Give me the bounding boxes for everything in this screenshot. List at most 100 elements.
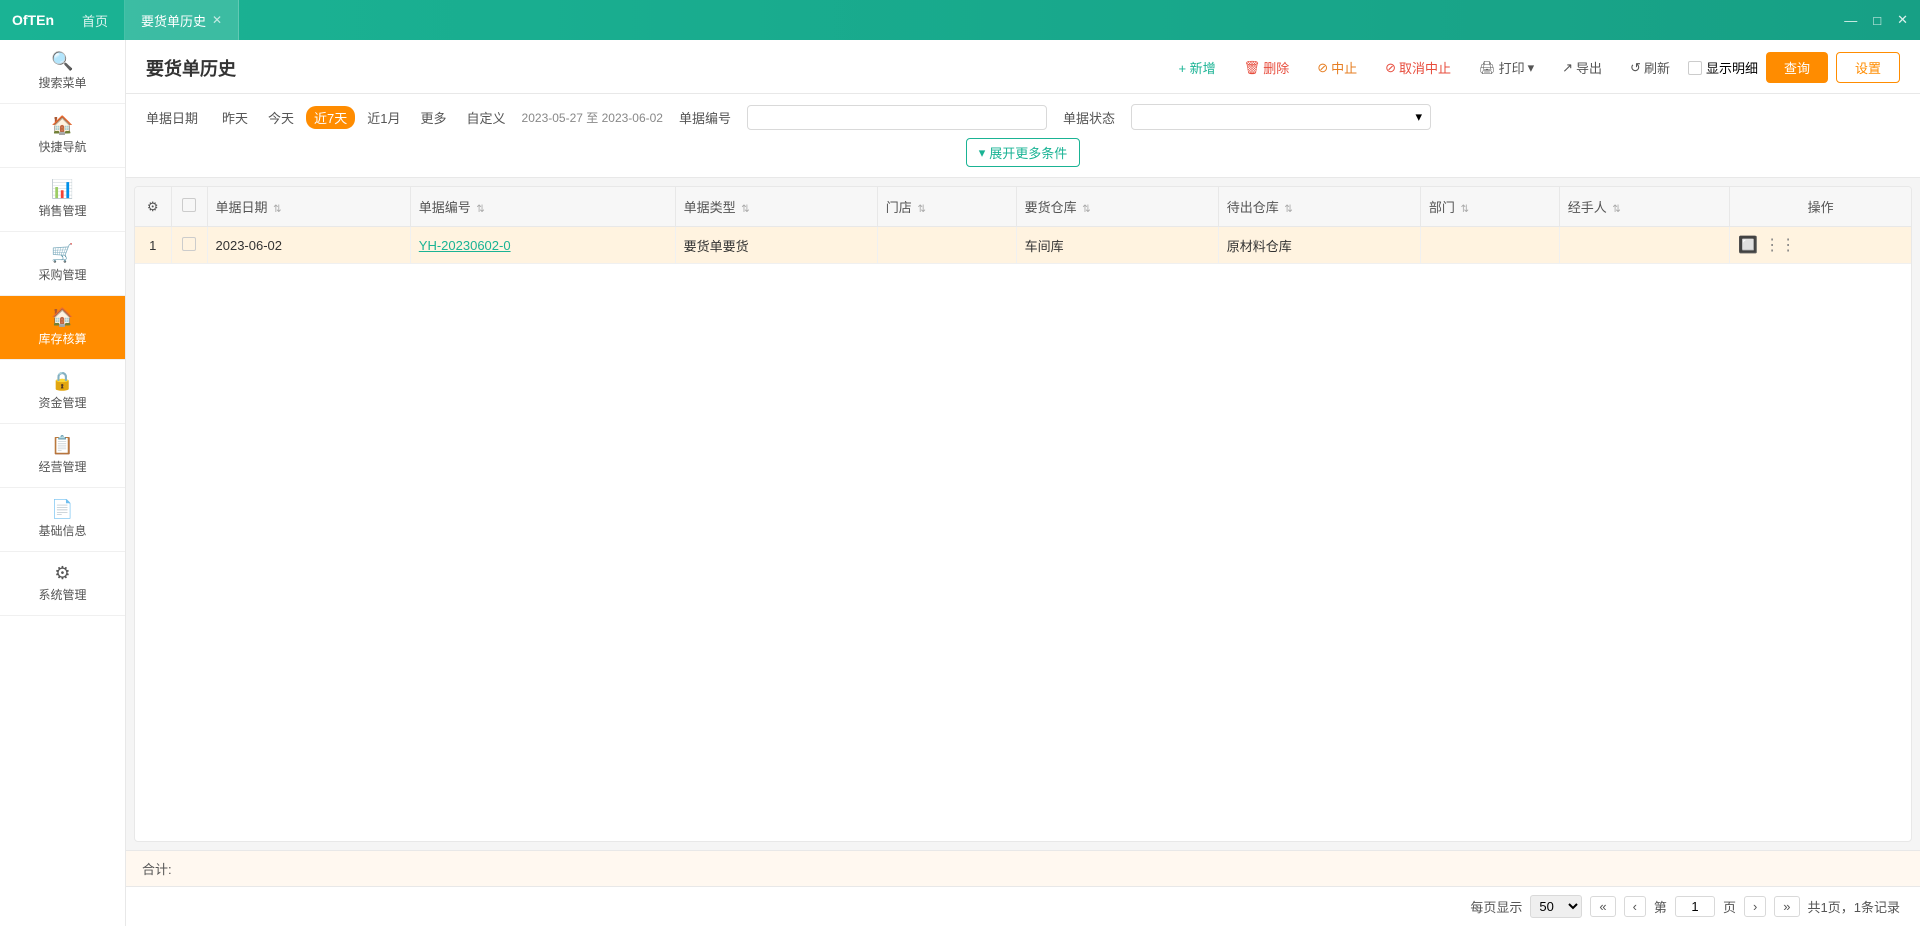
minimize-btn[interactable]: — — [1844, 13, 1857, 28]
brand-logo: OfTEn — [0, 12, 66, 28]
filter-row-1: 单据日期 昨天 今天 近7天 近1月 更多 自定义 2023-05-27 至 2… — [146, 104, 1900, 130]
refresh-button[interactable]: ↺ 刷新 — [1620, 53, 1680, 82]
doc-number-input[interactable] — [747, 105, 1047, 130]
col-handler[interactable]: 经手人 ⇅ — [1559, 187, 1729, 227]
sidebar-item-basic-info-label: 基础信息 — [38, 522, 86, 539]
date-option-yesterday[interactable]: 昨天 — [214, 106, 256, 129]
doc-status-select[interactable]: ▾ — [1131, 104, 1431, 130]
col-doc-number[interactable]: 单据编号 ⇅ — [410, 187, 675, 227]
filter-area: 单据日期 昨天 今天 近7天 近1月 更多 自定义 2023-05-27 至 2… — [126, 94, 1920, 178]
print-chevron-icon: ▾ — [1528, 60, 1535, 76]
sidebar-item-quick-nav-label: 快捷导航 — [38, 138, 86, 155]
expand-more-btn[interactable]: ▾ 展开更多条件 — [966, 138, 1081, 167]
cancel-stop-button[interactable]: ⊘ 取消中止 — [1375, 53, 1461, 82]
col-settings[interactable]: ⚙ — [135, 187, 171, 227]
sidebar-item-basic-info[interactable]: 📄 基础信息 — [0, 488, 125, 552]
sidebar-item-finance[interactable]: 🔒 资金管理 — [0, 360, 125, 424]
row-doc-type: 要货单要货 — [675, 227, 877, 264]
sidebar-item-operations-label: 经营管理 — [38, 458, 86, 475]
sales-icon: 📊 — [51, 180, 73, 198]
date-range-display: 2023-05-27 至 2023-06-02 — [522, 109, 663, 126]
date-option-today[interactable]: 今天 — [260, 106, 302, 129]
settings-button[interactable]: 设置 — [1836, 52, 1900, 83]
col-pending-warehouse[interactable]: 待出仓库 ⇅ — [1218, 187, 1420, 227]
col-department[interactable]: 部门 ⇅ — [1420, 187, 1559, 227]
date-option-last7days[interactable]: 近7天 — [306, 106, 355, 129]
row-action-buttons: 🔲 ⋮⋮ — [1738, 235, 1903, 255]
row-department — [1420, 227, 1559, 264]
system-icon: ⚙ — [54, 564, 70, 582]
date-option-custom[interactable]: 自定义 — [459, 106, 514, 129]
per-page-select[interactable]: 20 50 100 — [1530, 895, 1582, 918]
main-layout: 🔍 搜索菜单 🏠 快捷导航 📊 销售管理 🛒 采购管理 🏠 库存核算 🔒 资金管… — [0, 40, 1920, 926]
display-detail-toggle[interactable]: 显示明细 — [1688, 58, 1758, 77]
date-option-more[interactable]: 更多 — [413, 106, 455, 129]
expand-row: ▾ 展开更多条件 — [146, 138, 1900, 167]
sidebar-item-system[interactable]: ⚙ 系统管理 — [0, 552, 125, 616]
date-options: 昨天 今天 近7天 近1月 更多 自定义 2023-05-27 至 2023-0… — [214, 106, 663, 129]
row-checkbox-cell — [171, 227, 207, 264]
sort-department-icon: ⇅ — [1461, 204, 1469, 215]
sidebar-item-operations[interactable]: 📋 经营管理 — [0, 424, 125, 488]
row-view-btn[interactable]: 🔲 — [1738, 235, 1758, 255]
delete-icon: 🗑 — [1244, 60, 1261, 76]
top-bar: OfTEn 首页 要货单历史 ✕ — □ ✕ — [0, 0, 1920, 40]
sidebar-item-sales[interactable]: 📊 销售管理 — [0, 168, 125, 232]
sort-handler-icon: ⇅ — [1612, 204, 1620, 215]
sidebar-item-search-menu[interactable]: 🔍 搜索菜单 — [0, 40, 125, 104]
top-bar-right: — □ ✕ — [1844, 12, 1920, 28]
quick-nav-icon: 🏠 — [51, 116, 73, 134]
page-first-btn[interactable]: « — [1590, 896, 1615, 917]
display-detail-checkbox[interactable] — [1688, 61, 1702, 75]
col-store[interactable]: 门店 ⇅ — [877, 187, 1016, 227]
print-button[interactable]: 🖨 打印 ▾ — [1469, 53, 1544, 82]
date-filter-label: 单据日期 — [146, 108, 198, 127]
stop-button[interactable]: ⊘ 中止 — [1307, 53, 1367, 82]
row-more-btn[interactable]: ⋮⋮ — [1764, 235, 1796, 255]
select-all-checkbox[interactable] — [182, 198, 196, 212]
page-input[interactable] — [1675, 896, 1715, 917]
content-area: 要货单历史 + 新增 🗑 删除 ⊘ 中止 ⊘ 取消中止 — [126, 40, 1920, 926]
export-icon: ↗ — [1562, 60, 1573, 76]
row-doc-number: YH-20230602-0 — [410, 227, 675, 264]
sidebar-item-search-menu-label: 搜索菜单 — [38, 74, 86, 91]
sidebar-item-purchase[interactable]: 🛒 采购管理 — [0, 232, 125, 296]
purchase-icon: 🛒 — [51, 244, 73, 262]
basic-info-icon: 📄 — [51, 500, 73, 518]
query-button[interactable]: 查询 — [1766, 52, 1828, 83]
stop-icon: ⊘ — [1317, 60, 1328, 76]
data-table: ⚙ 单据日期 ⇅ 单据编号 ⇅ 单据类型 — [135, 187, 1911, 264]
maximize-btn[interactable]: □ — [1873, 13, 1881, 28]
new-button[interactable]: + 新增 — [1168, 53, 1225, 82]
sidebar-item-sales-label: 销售管理 — [38, 202, 86, 219]
page-title-row: 要货单历史 + 新增 🗑 删除 ⊘ 中止 ⊘ 取消中止 — [146, 52, 1900, 83]
page-prev-btn[interactable]: ‹ — [1624, 896, 1646, 917]
close-app-btn[interactable]: ✕ — [1897, 12, 1908, 28]
delete-button[interactable]: 🗑 删除 — [1234, 53, 1300, 82]
table-row: 1 2023-06-02 YH-20230602-0 要货单要货 车间库 原材料… — [135, 227, 1911, 264]
doc-number-label: 单据编号 — [679, 108, 731, 127]
page-next-btn[interactable]: › — [1744, 896, 1766, 917]
col-doc-type[interactable]: 单据类型 ⇅ — [675, 187, 877, 227]
print-icon: 🖨 — [1479, 60, 1496, 76]
page-title: 要货单历史 — [146, 55, 236, 81]
doc-number-link[interactable]: YH-20230602-0 — [419, 238, 511, 253]
close-tab-icon[interactable]: ✕ — [212, 13, 222, 27]
col-actions: 操作 — [1730, 187, 1911, 227]
page-last-btn[interactable]: » — [1774, 896, 1799, 917]
date-option-last-month[interactable]: 近1月 — [359, 106, 408, 129]
sidebar-item-quick-nav[interactable]: 🏠 快捷导航 — [0, 104, 125, 168]
col-doc-date[interactable]: 单据日期 ⇅ — [207, 187, 410, 227]
row-settings: 1 — [135, 227, 171, 264]
sidebar-item-inventory[interactable]: 🏠 库存核算 — [0, 296, 125, 360]
row-checkbox[interactable] — [182, 237, 196, 251]
search-menu-icon: 🔍 — [51, 52, 73, 70]
tab-requisition-history[interactable]: 要货单历史 ✕ — [125, 0, 239, 40]
col-req-warehouse[interactable]: 要货仓库 ⇅ — [1016, 187, 1218, 227]
export-button[interactable]: ↗ 导出 — [1552, 53, 1612, 82]
sidebar-item-inventory-label: 库存核算 — [38, 330, 86, 347]
refresh-icon: ↺ — [1630, 60, 1641, 76]
row-handler — [1559, 227, 1729, 264]
tab-home[interactable]: 首页 — [66, 0, 125, 40]
doc-status-label: 单据状态 — [1063, 108, 1115, 127]
